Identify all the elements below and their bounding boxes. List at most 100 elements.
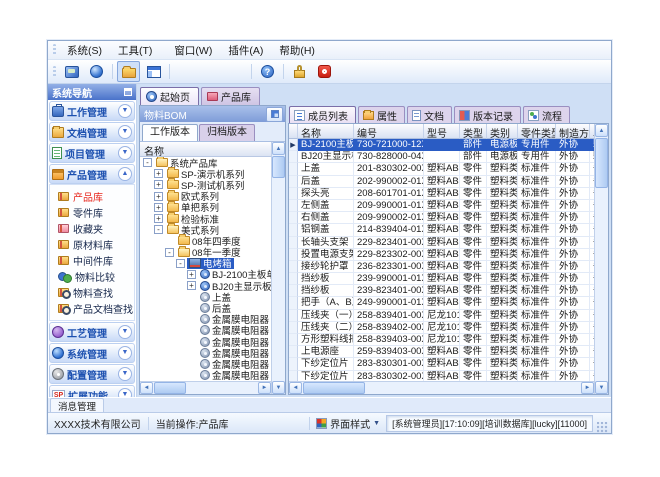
toolbar-button-exit-icon[interactable]: [313, 61, 336, 82]
panel-menu-button[interactable]: [266, 107, 283, 122]
chevron-down-icon[interactable]: ▼: [118, 346, 132, 360]
scroll-thumb[interactable]: [154, 382, 186, 394]
table-row[interactable]: BJ20主显示板730-828000-04X部件电源板专用件外协颗: [289, 151, 594, 163]
sidebar-item-material-search[interactable]: 物料查找: [50, 284, 134, 300]
chevron-up-icon[interactable]: ▲: [118, 167, 132, 181]
menubar-grip-handle[interactable]: [53, 44, 56, 56]
table-row[interactable]: 上电源座259-839403-00X塑料ABS零件塑料类标准件外协条: [289, 346, 594, 358]
member-tab[interactable]: 文档: [407, 106, 452, 123]
document-tab[interactable]: 产品库: [201, 87, 260, 105]
table-row[interactable]: 挡纱板239-823401-00X塑料ABS零件塑料类标准件外协条: [289, 285, 594, 297]
menu-item[interactable]: 系统(S): [59, 44, 110, 58]
toolbar-button-report-delete-icon[interactable]: [224, 61, 247, 82]
scroll-up-icon[interactable]: ▲: [595, 124, 608, 137]
window-small-icon[interactable]: [124, 88, 132, 96]
chevron-down-icon[interactable]: ▼: [118, 104, 132, 118]
sidebar-section-sp[interactable]: 扩展功能 ▼: [49, 385, 135, 397]
sidebar-section-project[interactable]: 项目管理 ▼: [49, 143, 135, 163]
scroll-up-icon[interactable]: ▲: [272, 142, 285, 155]
table-row[interactable]: 左侧盖209-990001-01X塑料ABS零件塑料类标准件外协条: [289, 200, 594, 212]
column-header[interactable]: 编号: [354, 124, 424, 139]
expand-icon[interactable]: +: [154, 169, 163, 178]
toolbar-button-workspace-icon[interactable]: [142, 61, 165, 82]
collapse-icon[interactable]: -: [154, 225, 163, 234]
member-tab[interactable]: 流程: [523, 106, 570, 123]
column-header[interactable]: 制造方式: [556, 124, 590, 139]
table-row[interactable]: 长轴头支架229-823401-00X塑料ABS零件塑料类标准件外协条: [289, 237, 594, 249]
table-vertical-scrollbar[interactable]: ▲ ▼: [594, 124, 608, 394]
table-row[interactable]: ▶BJ-2100主板单点730-721000-12X部件电源板专用件外协颗: [289, 139, 594, 151]
chevron-down-icon[interactable]: ▼: [118, 325, 132, 339]
scroll-down-icon[interactable]: ▼: [595, 381, 608, 394]
toolbar-button-globe-icon[interactable]: [85, 61, 108, 82]
table-row[interactable]: 右侧盖209-990002-01X塑料ABS零件塑料类标准件外协条: [289, 212, 594, 224]
sidebar-section-craft[interactable]: 工艺管理 ▼: [49, 322, 135, 342]
expand-icon[interactable]: +: [154, 180, 163, 189]
expand-icon[interactable]: +: [187, 270, 196, 279]
scroll-right-icon[interactable]: ►: [581, 382, 594, 394]
sidebar-item-compare[interactable]: 物料比较: [50, 268, 134, 284]
sidebar-item-product-db[interactable]: 产品库: [50, 188, 134, 204]
table-row[interactable]: 铝钢盖214-839404-01X塑料ABS零件塑料类标准件外协条: [289, 224, 594, 236]
column-header[interactable]: 型号: [424, 124, 460, 139]
scroll-left-icon[interactable]: ◄: [289, 382, 302, 394]
toolbar-button-report-edit-icon[interactable]: [199, 61, 222, 82]
scroll-left-icon[interactable]: ◄: [140, 382, 153, 394]
sidebar-section-docm[interactable]: 文档管理 ▼: [49, 122, 135, 142]
table-row[interactable]: 后盖202-990002-01X塑料ABS零件塑料类标准件外协条: [289, 176, 594, 188]
column-header[interactable]: 零件类型: [518, 124, 556, 139]
table-row[interactable]: 下纱定位片（右）283-830302-00X塑料ABS零件塑料类标准件外协条: [289, 371, 594, 381]
version-tab[interactable]: 归档版本: [199, 124, 255, 141]
toolbar-button-open-folder-icon[interactable]: [117, 61, 140, 82]
table-row[interactable]: 挡纱板239-990001-01X塑料ABS零件塑料类标准件外协条: [289, 273, 594, 285]
chevron-down-icon[interactable]: ▼: [118, 367, 132, 381]
sidebar-item-doc-search[interactable]: 产品文档查找: [50, 300, 134, 316]
document-tab[interactable]: 起始页: [140, 87, 199, 105]
toolbar-button-report-new-icon[interactable]: [174, 61, 197, 82]
table-row[interactable]: 压线夹（一）258-839401-00X尼龙1010零件塑料类标准件外协条: [289, 310, 594, 322]
table-row[interactable]: 上盖201-830302-00X塑料ABS零件塑料类标准件外协条: [289, 163, 594, 175]
resize-grip[interactable]: [597, 422, 608, 433]
table-row[interactable]: 投置电源支架229-823302-00X塑料ABS零件塑料类标准件外协条: [289, 249, 594, 261]
tree-vertical-scrollbar[interactable]: ▲ ▼: [271, 142, 285, 394]
sidebar-section-config[interactable]: 配置管理 ▼: [49, 364, 135, 384]
menu-item[interactable]: 插件(A): [220, 44, 271, 58]
sidebar-item-middleware-db[interactable]: 中间件库: [50, 252, 134, 268]
scroll-thumb[interactable]: [303, 382, 365, 394]
toolbar-button-help-icon[interactable]: [256, 61, 279, 82]
scroll-right-icon[interactable]: ►: [258, 382, 271, 394]
toolbar-button-monitor-icon[interactable]: [60, 61, 83, 82]
expand-icon[interactable]: +: [154, 214, 163, 223]
table-row[interactable]: 接纱轮护罩236-823301-00X塑料ABS零件塑料类标准件外协条: [289, 261, 594, 273]
column-header[interactable]: 名称: [298, 124, 354, 139]
chevron-down-icon[interactable]: ▼: [118, 388, 132, 397]
toolbar-button-lock-icon[interactable]: [288, 61, 311, 82]
scroll-thumb[interactable]: [272, 156, 285, 178]
toolbar-grip-handle[interactable]: [53, 66, 56, 78]
interface-style-button[interactable]: 界面样式 ▼: [314, 416, 382, 431]
table-row[interactable]: 把手（A、B）249-990001-01X塑料ABS零件塑料类标准件外协条: [289, 297, 594, 309]
tree-node[interactable]: + BJ20主显示板: [140, 280, 271, 291]
table-row[interactable]: 压线夹（二）258-839402-00X尼龙1010零件塑料类标准件外协条: [289, 322, 594, 334]
expand-icon[interactable]: +: [154, 203, 163, 212]
sidebar-section-system[interactable]: 系统管理 ▼: [49, 343, 135, 363]
table-horizontal-scrollbar[interactable]: ◄ ►: [289, 381, 594, 394]
chevron-down-icon[interactable]: ▼: [118, 146, 132, 160]
table-row[interactable]: 下纱定位片（左）283-830301-00X塑料ABS零件塑料类标准件外协条: [289, 358, 594, 370]
version-tab[interactable]: 工作版本: [142, 124, 198, 141]
sidebar-item-parts-db[interactable]: 零件库: [50, 204, 134, 220]
expand-icon[interactable]: +: [154, 192, 163, 201]
sidebar-item-favorites[interactable]: 收藏夹: [50, 220, 134, 236]
collapse-icon[interactable]: -: [176, 259, 185, 268]
table-row[interactable]: 探头亮208-601701-01X塑料ABS零件塑料类标准件外协条: [289, 188, 594, 200]
message-manager-tab[interactable]: 消息管理: [50, 398, 104, 412]
sidebar-section-work[interactable]: 工作管理 ▼: [49, 101, 135, 121]
member-tab[interactable]: 版本记录: [454, 106, 521, 123]
tree-horizontal-scrollbar[interactable]: ◄ ►: [140, 381, 271, 394]
column-header[interactable]: 类别: [487, 124, 518, 139]
scroll-down-icon[interactable]: ▼: [272, 381, 285, 394]
scroll-thumb[interactable]: [595, 138, 608, 188]
menu-item[interactable]: 帮助(H): [271, 44, 323, 58]
chevron-down-icon[interactable]: ▼: [118, 125, 132, 139]
column-header[interactable]: 类型: [460, 124, 487, 139]
